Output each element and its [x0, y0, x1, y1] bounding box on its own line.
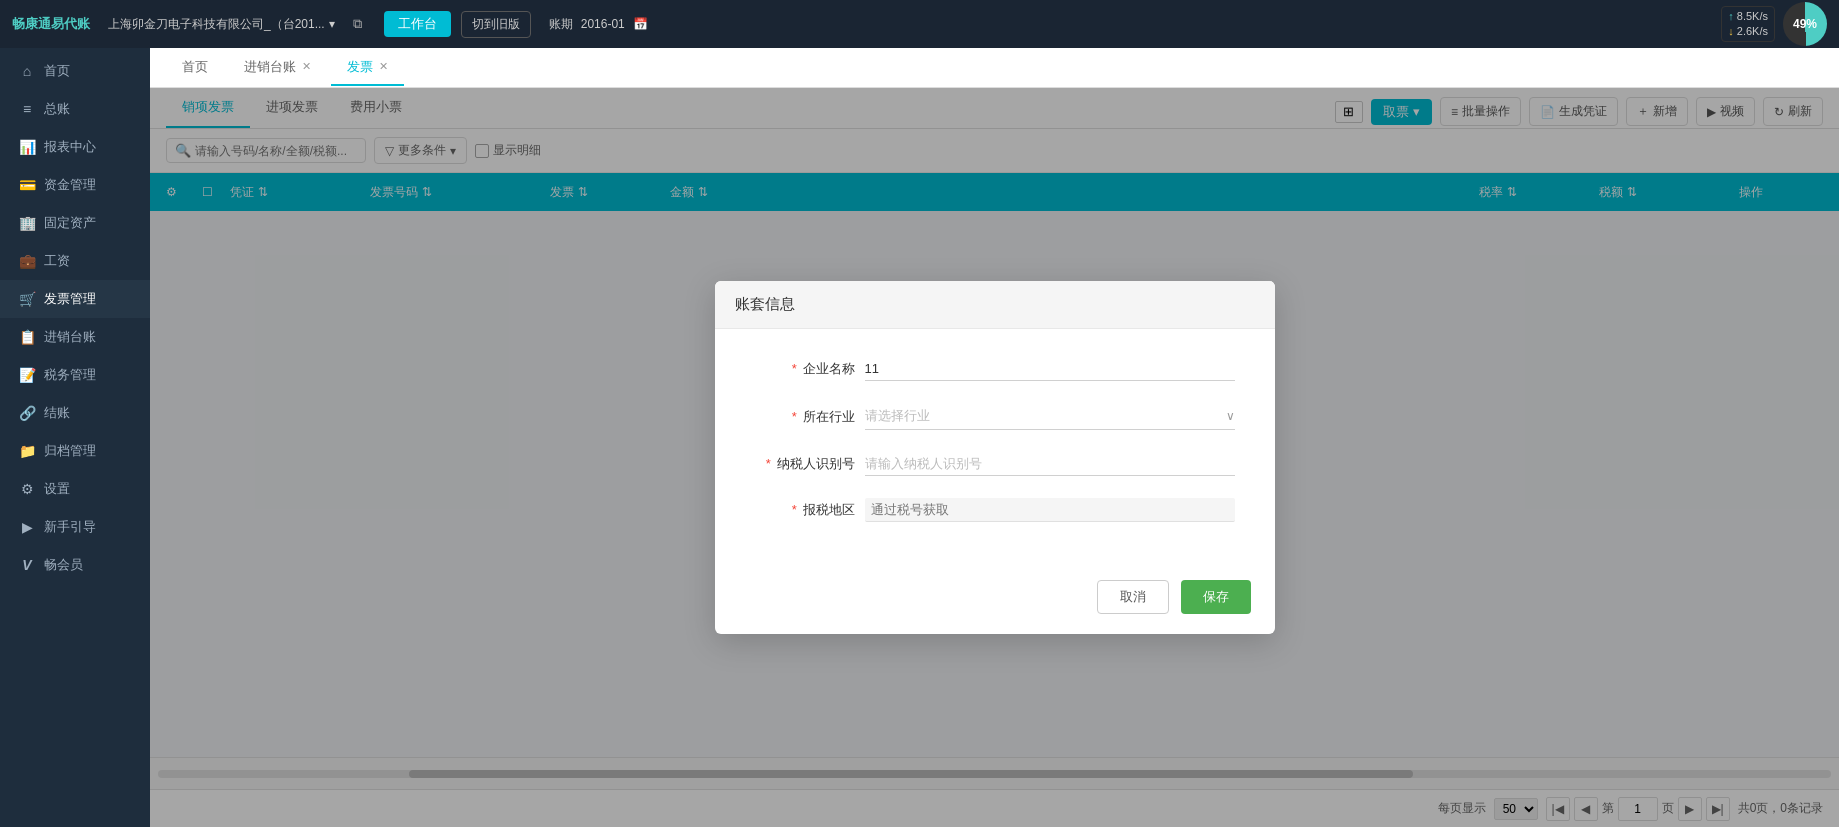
- tabbar: 首页 进销台账 ✕ 发票 ✕: [150, 48, 1839, 88]
- ledger-icon: ≡: [18, 101, 36, 117]
- workbench-button[interactable]: 工作台: [384, 11, 451, 37]
- guide-icon: ▶: [18, 519, 36, 535]
- calendar-icon[interactable]: 📅: [633, 17, 648, 31]
- dialog-footer: 取消 保存: [715, 564, 1275, 634]
- sidebar-label-funds: 资金管理: [44, 176, 96, 194]
- company-selector[interactable]: 上海卯金刀电子科技有限公司_（台201... ▾: [108, 16, 335, 33]
- home-icon: ⌂: [18, 63, 36, 79]
- form-row-tax-id: * 纳税人识别号: [755, 452, 1235, 476]
- period-value: 2016-01: [581, 17, 625, 31]
- page-content: 销项发票 进项发票 费用小票 ⊞ 取票 ▾ ≡ 批量操作: [150, 88, 1839, 827]
- industry-placeholder: 请选择行业: [865, 407, 1226, 425]
- company-name-label: * 企业名称: [755, 360, 865, 378]
- required-star-tax-id: *: [766, 456, 771, 471]
- switch-old-version-button[interactable]: 切到旧版: [461, 11, 531, 38]
- dialog: 账套信息 * 企业名称: [715, 281, 1275, 634]
- sidebar-item-guide[interactable]: ▶ 新手引导: [0, 508, 150, 546]
- sidebar-item-settle[interactable]: 🔗 结账: [0, 394, 150, 432]
- cancel-button[interactable]: 取消: [1097, 580, 1169, 614]
- sidebar-item-member[interactable]: V 畅会员: [0, 546, 150, 584]
- sidebar-label-ledger: 总账: [44, 100, 70, 118]
- sidebar-item-salary[interactable]: 💼 工资: [0, 242, 150, 280]
- copy-icon[interactable]: ⧉: [353, 16, 362, 32]
- member-icon: V: [18, 557, 36, 573]
- company-name: 上海卯金刀电子科技有限公司_（台201...: [108, 16, 325, 33]
- overlay: 账套信息 * 企业名称: [150, 88, 1839, 827]
- company-name-input[interactable]: [865, 357, 1235, 381]
- sidebar: ⌂ 首页 ≡ 总账 📊 报表中心 💳 资金管理 🏢 固定资产 💼 工资 🛒 发票…: [0, 48, 150, 827]
- settings-icon: ⚙: [18, 481, 36, 497]
- dialog-title: 账套信息: [735, 295, 795, 312]
- sidebar-item-funds[interactable]: 💳 资金管理: [0, 166, 150, 204]
- purchase-icon: 📋: [18, 329, 36, 345]
- sidebar-label-home: 首页: [44, 62, 70, 80]
- content-area: 首页 进销台账 ✕ 发票 ✕ 销项发票 进项发票 费用: [150, 48, 1839, 827]
- tax-id-input[interactable]: [865, 452, 1235, 476]
- form-row-industry: * 所在行业 请选择行业 ∨: [755, 403, 1235, 430]
- form-row-company: * 企业名称: [755, 357, 1235, 381]
- sidebar-item-report[interactable]: 📊 报表中心: [0, 128, 150, 166]
- sidebar-item-invoice[interactable]: 🛒 发票管理: [0, 280, 150, 318]
- industry-chevron-icon: ∨: [1226, 409, 1235, 423]
- archive-icon: 📁: [18, 443, 36, 459]
- sidebar-label-archive: 归档管理: [44, 442, 96, 460]
- invoice-icon: 🛒: [18, 291, 36, 307]
- tab-purchase[interactable]: 进销台账 ✕: [228, 50, 327, 86]
- sidebar-label-purchase: 进销台账: [44, 328, 96, 346]
- tax-id-label: * 纳税人识别号: [755, 455, 865, 473]
- tab-purchase-close[interactable]: ✕: [302, 60, 311, 73]
- sidebar-label-settings: 设置: [44, 480, 70, 498]
- settle-icon: 🔗: [18, 405, 36, 421]
- required-star-tax-region: *: [792, 502, 797, 517]
- upload-speed: ↑: [1728, 10, 1737, 22]
- cpu-usage: 49%: [1783, 2, 1827, 46]
- topbar: 畅康通易代账 上海卯金刀电子科技有限公司_（台201... ▾ ⧉ 工作台 切到…: [0, 0, 1839, 48]
- main-layout: ⌂ 首页 ≡ 总账 📊 报表中心 💳 资金管理 🏢 固定资产 💼 工资 🛒 发票…: [0, 48, 1839, 827]
- tax-region-label: * 报税地区: [755, 501, 865, 519]
- tab-purchase-label: 进销台账: [244, 58, 296, 76]
- tax-region-input: [865, 498, 1235, 522]
- download-speed: ↓: [1728, 25, 1737, 37]
- sidebar-label-salary: 工资: [44, 252, 70, 270]
- sidebar-item-tax[interactable]: 📝 税务管理: [0, 356, 150, 394]
- sidebar-label-guide: 新手引导: [44, 518, 96, 536]
- logo: 畅康通易代账: [12, 15, 90, 33]
- save-button[interactable]: 保存: [1181, 580, 1251, 614]
- tax-icon: 📝: [18, 367, 36, 383]
- period-info: 账期 2016-01 📅: [549, 16, 648, 33]
- tab-home[interactable]: 首页: [166, 50, 224, 86]
- assets-icon: 🏢: [18, 215, 36, 231]
- sidebar-item-archive[interactable]: 📁 归档管理: [0, 432, 150, 470]
- sidebar-item-home[interactable]: ⌂ 首页: [0, 52, 150, 90]
- sidebar-label-settle: 结账: [44, 404, 70, 422]
- network-speed: ↑ 8.5K/s ↓ 2.6K/s: [1721, 6, 1775, 43]
- topbar-right: ↑ 8.5K/s ↓ 2.6K/s 49%: [1721, 2, 1827, 46]
- sidebar-item-settings[interactable]: ⚙ 设置: [0, 470, 150, 508]
- industry-select[interactable]: 请选择行业 ∨: [865, 403, 1235, 430]
- sidebar-label-member: 畅会员: [44, 556, 83, 574]
- sidebar-label-tax: 税务管理: [44, 366, 96, 384]
- tab-invoice[interactable]: 发票 ✕: [331, 50, 404, 86]
- salary-icon: 💼: [18, 253, 36, 269]
- tab-invoice-close[interactable]: ✕: [379, 60, 388, 73]
- sidebar-item-assets[interactable]: 🏢 固定资产: [0, 204, 150, 242]
- sidebar-label-invoice: 发票管理: [44, 290, 96, 308]
- report-icon: 📊: [18, 139, 36, 155]
- tab-home-label: 首页: [182, 58, 208, 76]
- sidebar-item-purchase[interactable]: 📋 进销台账: [0, 318, 150, 356]
- industry-label: * 所在行业: [755, 408, 865, 426]
- company-dropdown-icon: ▾: [329, 17, 335, 31]
- sidebar-label-assets: 固定资产: [44, 214, 96, 232]
- dialog-header: 账套信息: [715, 281, 1275, 329]
- sidebar-item-ledger[interactable]: ≡ 总账: [0, 90, 150, 128]
- sidebar-label-report: 报表中心: [44, 138, 96, 156]
- period-label: 账期: [549, 16, 573, 33]
- form-row-tax-region: * 报税地区: [755, 498, 1235, 522]
- dialog-body: * 企业名称 * 所在行业 请选择行业: [715, 329, 1275, 564]
- required-star-industry: *: [792, 409, 797, 424]
- tab-invoice-label: 发票: [347, 58, 373, 76]
- funds-icon: 💳: [18, 177, 36, 193]
- required-star-company: *: [792, 361, 797, 376]
